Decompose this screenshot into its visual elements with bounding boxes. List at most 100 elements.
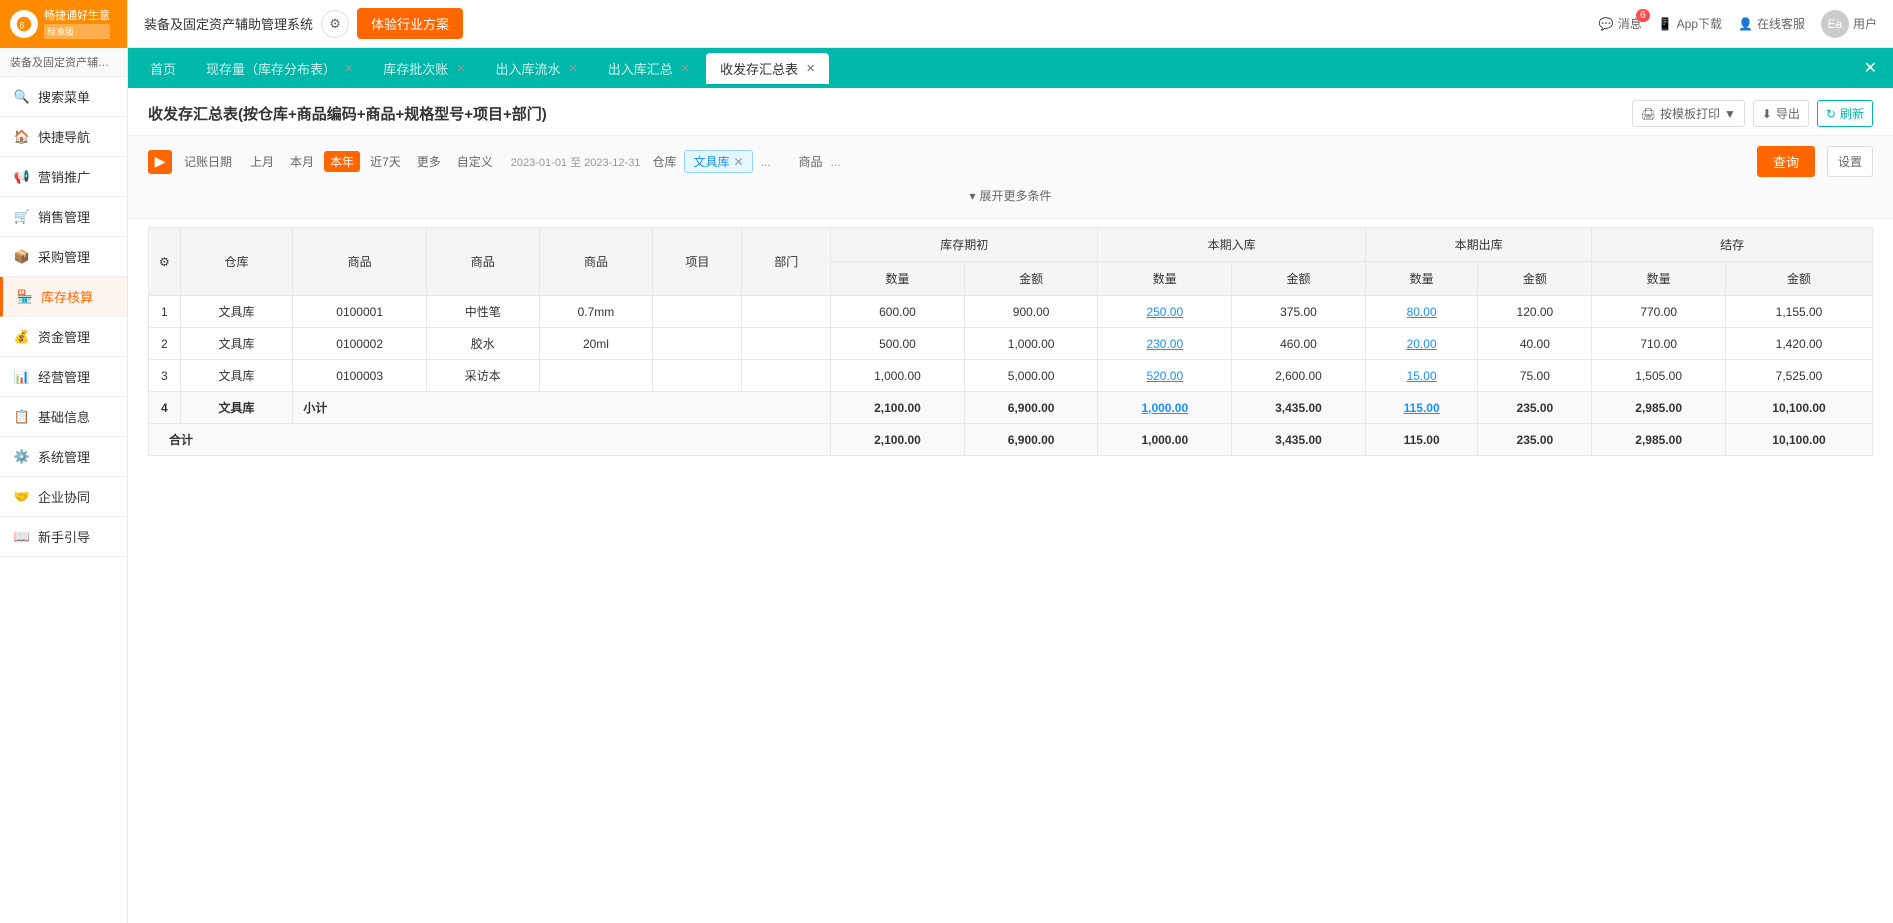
sidebar-item-finance[interactable]: 💰 资金管理 bbox=[0, 317, 127, 357]
row-in-qty[interactable]: 250.00 bbox=[1098, 296, 1232, 328]
row-close-amt: 1,420.00 bbox=[1726, 328, 1873, 360]
sidebar-item-label: 采购管理 bbox=[38, 247, 90, 266]
sidebar-item-guide[interactable]: 📖 新手引导 bbox=[0, 517, 127, 557]
row-out-qty[interactable]: 15.00 bbox=[1365, 360, 1478, 392]
row-in-amt: 2,600.00 bbox=[1232, 360, 1366, 392]
row-open-qty: 500.00 bbox=[831, 328, 965, 360]
filter-expand-button[interactable]: ▶ bbox=[148, 150, 172, 174]
row-code: 0100003 bbox=[293, 360, 427, 392]
sidebar-item-quicknav[interactable]: 🏠 快捷导航 bbox=[0, 117, 127, 157]
tab-receive-summary[interactable]: 收发存汇总表 ✕ bbox=[706, 53, 829, 84]
tab-stock-dist[interactable]: 现存量（库存分布表） ✕ bbox=[192, 53, 367, 84]
col-sub-out-amt: 金额 bbox=[1478, 262, 1592, 296]
tab-inout-summary-close[interactable]: ✕ bbox=[681, 62, 690, 75]
row-in-qty[interactable]: 520.00 bbox=[1098, 360, 1232, 392]
sidebar-item-sales[interactable]: 🛒 销售管理 bbox=[0, 197, 127, 237]
warehouse-tag-close[interactable]: ✕ bbox=[733, 155, 743, 169]
app-download-button[interactable]: 📱 App下载 bbox=[1658, 15, 1722, 32]
row-num: 3 bbox=[149, 360, 181, 392]
tab-receive-summary-close[interactable]: ✕ bbox=[806, 62, 815, 75]
row-open-qty: 600.00 bbox=[831, 296, 965, 328]
total-close-qty: 2,985.00 bbox=[1592, 424, 1726, 456]
date-custom[interactable]: 自定义 bbox=[451, 151, 499, 172]
date-this-year[interactable]: 本年 bbox=[324, 151, 360, 172]
app-name: 畅捷通好生意 bbox=[44, 9, 110, 23]
sidebar-item-search[interactable]: 🔍 搜索菜单 bbox=[0, 77, 127, 117]
sidebar-item-marketing[interactable]: 📢 营销推广 bbox=[0, 157, 127, 197]
tab-stock-dist-close[interactable]: ✕ bbox=[344, 62, 353, 75]
online-service-button[interactable]: 👤 在线客服 bbox=[1738, 15, 1805, 32]
warehouse-more-button[interactable]: ... bbox=[761, 155, 771, 169]
query-button[interactable]: 查询 bbox=[1757, 146, 1815, 177]
sidebar-item-operations[interactable]: 📊 经营管理 bbox=[0, 357, 127, 397]
subtotal-warehouse: 文具库 bbox=[180, 392, 293, 424]
system-title: 装备及固定资产辅助管理系统 bbox=[144, 14, 313, 33]
tab-batch-ledger-close[interactable]: ✕ bbox=[456, 62, 465, 75]
tab-home[interactable]: 首页 bbox=[136, 53, 190, 84]
system-icon: ⚙️ bbox=[14, 449, 30, 465]
subtotal-close-amt: 10,100.00 bbox=[1726, 392, 1873, 424]
table-row: 3 文具库 0100003 采访本 1,000.00 5,000.00 520.… bbox=[149, 360, 1873, 392]
search-icon: 🔍 bbox=[14, 89, 30, 105]
top-header: 装备及固定资产辅助管理系统 ⚙ 体验行业方案 💬 消息 6 📱 App下载 👤 … bbox=[128, 0, 1893, 48]
row-code: 0100001 bbox=[293, 296, 427, 328]
warehouse-filter-label: 仓库 bbox=[652, 153, 676, 170]
enterprise-icon: 🤝 bbox=[14, 489, 30, 505]
tab-inout-flow[interactable]: 出入库流水 ✕ bbox=[481, 53, 591, 84]
tab-inout-flow-close[interactable]: ✕ bbox=[569, 62, 578, 75]
refresh-button[interactable]: ↻ 刷新 bbox=[1817, 100, 1873, 127]
sidebar-item-label: 基础信息 bbox=[38, 407, 90, 426]
tab-bar-close-button[interactable]: ✕ bbox=[1856, 58, 1885, 78]
sidebar-item-enterprise[interactable]: 🤝 企业协同 bbox=[0, 477, 127, 517]
row-out-amt: 40.00 bbox=[1478, 328, 1592, 360]
settings-gear-button[interactable]: ⚙ bbox=[321, 10, 349, 38]
sidebar-item-system[interactable]: ⚙️ 系统管理 bbox=[0, 437, 127, 477]
sidebar-item-basicinfo[interactable]: 📋 基础信息 bbox=[0, 397, 127, 437]
date-7days[interactable]: 近7天 bbox=[364, 151, 407, 172]
chevron-down-icon: ▾ bbox=[969, 189, 975, 203]
subtotal-row: 4 文具库 小计 2,100.00 6,900.00 1,000.00 3,43… bbox=[149, 392, 1873, 424]
tab-inout-flow-label: 出入库流水 bbox=[495, 59, 560, 78]
date-last-month[interactable]: 上月 bbox=[244, 151, 280, 172]
sidebar-item-purchase[interactable]: 📦 采购管理 bbox=[0, 237, 127, 277]
date-more[interactable]: 更多 bbox=[411, 151, 447, 172]
col-sub-close-qty: 数量 bbox=[1592, 262, 1726, 296]
commodity-more-button[interactable]: ... bbox=[831, 155, 841, 169]
user-menu-button[interactable]: Ea 用户 bbox=[1821, 10, 1877, 38]
filter-settings-button[interactable]: 设置 bbox=[1827, 146, 1873, 177]
table-container: ⚙ 仓库 商品 商品 商品 项目 部门 库存期初 本期入库 本期出库 结存 数量 bbox=[128, 219, 1893, 476]
message-button[interactable]: 💬 消息 6 bbox=[1599, 15, 1642, 32]
app-download-label: App下载 bbox=[1677, 15, 1722, 32]
row-out-qty[interactable]: 20.00 bbox=[1365, 328, 1478, 360]
sidebar-item-label: 经营管理 bbox=[38, 367, 90, 386]
date-this-month[interactable]: 本月 bbox=[284, 151, 320, 172]
subtotal-out-amt: 235.00 bbox=[1478, 392, 1592, 424]
sidebar-logo: 6 畅捷通好生意 标准版 bbox=[0, 0, 127, 48]
sidebar-item-label: 企业协同 bbox=[38, 487, 90, 506]
finance-icon: 💰 bbox=[14, 329, 30, 345]
date-options: 上月 本月 本年 近7天 更多 自定义 bbox=[244, 151, 499, 172]
sidebar-item-inventory[interactable]: 🏪 库存核算 bbox=[0, 277, 127, 317]
tab-batch-ledger-label: 库存批次账 bbox=[383, 59, 448, 78]
tab-batch-ledger[interactable]: 库存批次账 ✕ bbox=[369, 53, 479, 84]
export-button[interactable]: ⬇ 导出 bbox=[1753, 100, 1809, 127]
row-close-amt: 1,155.00 bbox=[1726, 296, 1873, 328]
row-num: 1 bbox=[149, 296, 181, 328]
col-group-out: 本期出库 bbox=[1365, 228, 1592, 262]
tab-inout-summary[interactable]: 出入库汇总 ✕ bbox=[594, 53, 704, 84]
sidebar-item-label: 快捷导航 bbox=[38, 127, 90, 146]
row-out-qty[interactable]: 80.00 bbox=[1365, 296, 1478, 328]
print-button[interactable]: 🖨 按模板打印 ▼ bbox=[1632, 100, 1745, 127]
filter-bar: ▶ 记账日期 上月 本月 本年 近7天 更多 自定义 2023-01-01 至 … bbox=[128, 136, 1893, 219]
col-sub-out-qty: 数量 bbox=[1365, 262, 1478, 296]
trial-button[interactable]: 体验行业方案 bbox=[357, 8, 463, 39]
online-service-label: 在线客服 bbox=[1757, 15, 1805, 32]
table-row: 2 文具库 0100002 胶水 20ml 500.00 1,000.00 23… bbox=[149, 328, 1873, 360]
row-project bbox=[653, 360, 742, 392]
operations-icon: 📊 bbox=[14, 369, 30, 385]
row-in-qty[interactable]: 230.00 bbox=[1098, 328, 1232, 360]
subtotal-in-qty: 1,000.00 bbox=[1098, 392, 1232, 424]
table-settings-col[interactable]: ⚙ bbox=[149, 228, 181, 296]
commodity-filter-label: 商品 bbox=[799, 153, 823, 170]
expand-conditions-button[interactable]: ▾ 展开更多条件 bbox=[969, 183, 1051, 208]
